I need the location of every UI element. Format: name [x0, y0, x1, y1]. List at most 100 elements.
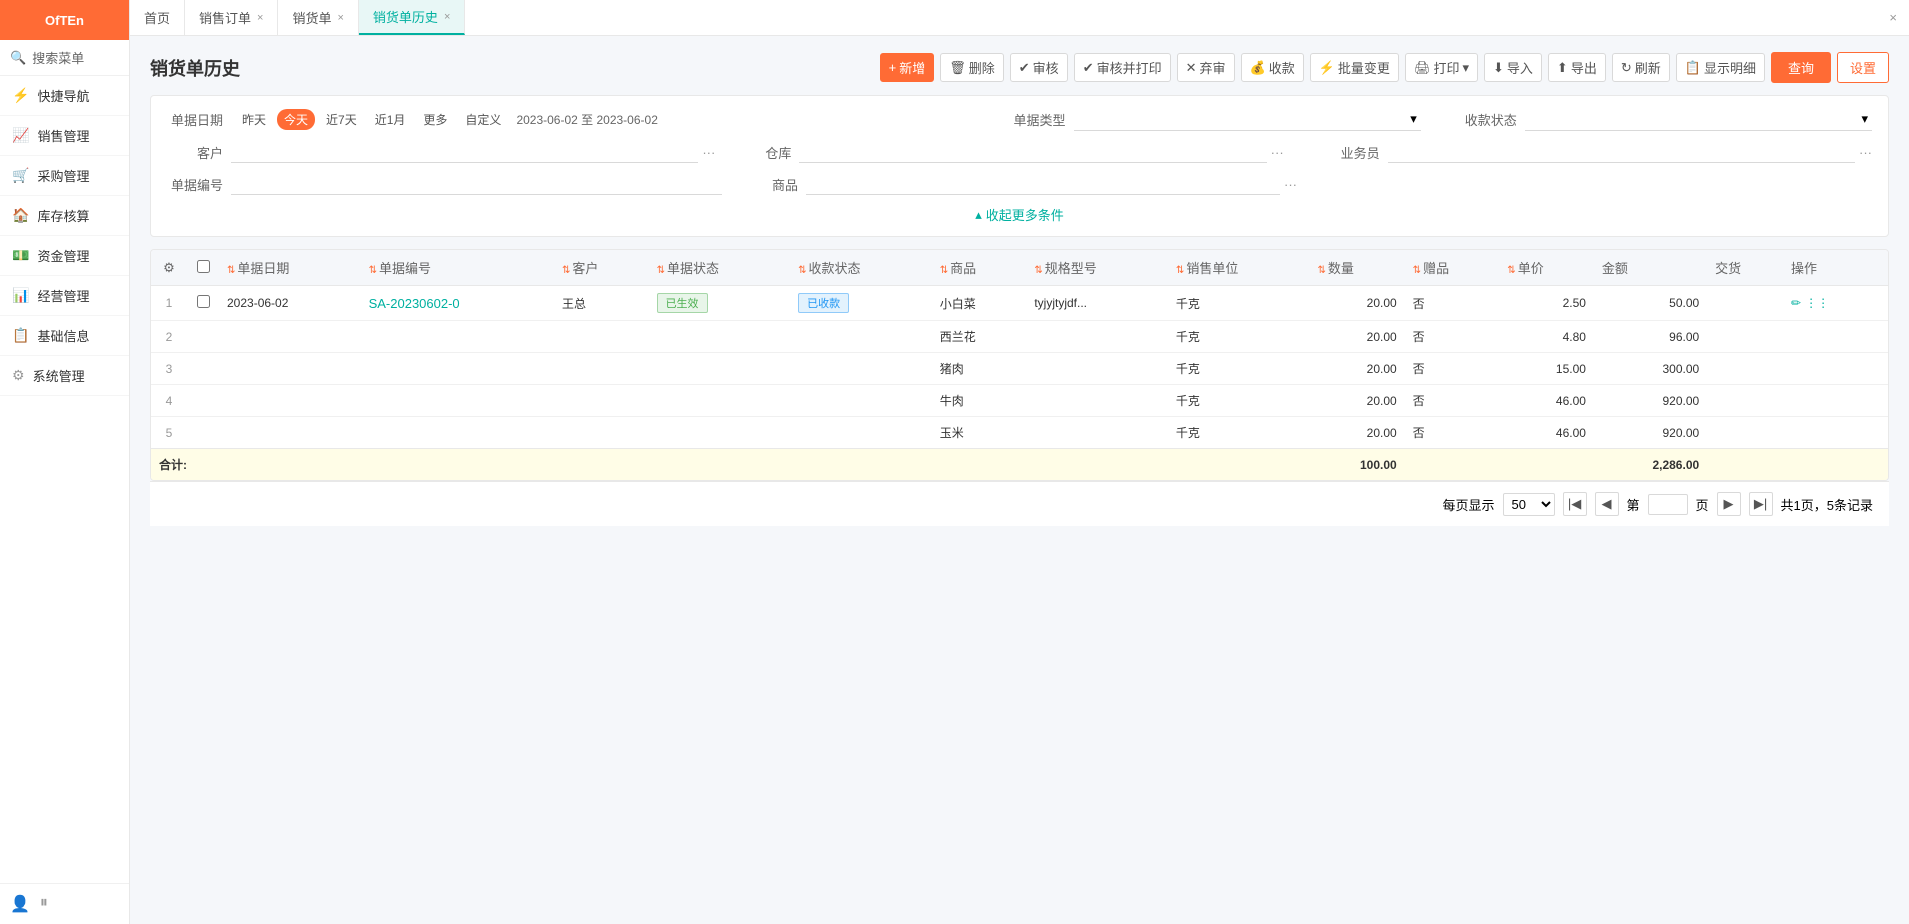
sidebar-item-sales[interactable]: 销售管理: [0, 116, 129, 156]
import-button[interactable]: ⬇ 导入: [1484, 53, 1542, 82]
collapse-button[interactable]: 收起更多条件: [167, 205, 1872, 224]
per-page-select[interactable]: 50 100 200: [1503, 493, 1555, 516]
sidebar-item-info[interactable]: 基础信息: [0, 316, 129, 356]
user-icon[interactable]: [10, 894, 30, 914]
sidebar-item-quick-nav[interactable]: 快捷导航: [0, 76, 129, 116]
goods-dots[interactable]: ···: [1284, 177, 1297, 192]
display-detail-button[interactable]: 📋 显示明细: [1676, 53, 1765, 82]
setting-button[interactable]: 设置: [1837, 52, 1889, 83]
th-amount[interactable]: 金额: [1594, 250, 1707, 286]
date-tag-more[interactable]: 更多: [416, 109, 454, 130]
sidebar-item-finance[interactable]: 资金管理: [0, 236, 129, 276]
doc-type-select[interactable]: [1074, 108, 1421, 131]
cell-action: ✏ ⋮⋮: [1783, 286, 1888, 321]
tab-sales-goods[interactable]: 销货单 ×: [278, 0, 358, 35]
cell-seq: 3: [151, 353, 187, 385]
th-gift[interactable]: ⇅赠品: [1405, 250, 1500, 286]
cell-doc-no[interactable]: [361, 353, 554, 385]
customer-input[interactable]: [231, 141, 698, 163]
settings-gear-icon[interactable]: [163, 260, 175, 275]
last-page-button[interactable]: ▶|: [1749, 492, 1773, 516]
query-button[interactable]: 查询: [1771, 52, 1831, 83]
sidebar-item-purchase[interactable]: 采购管理: [0, 156, 129, 196]
cell-checkbox[interactable]: [187, 353, 219, 385]
next-page-button[interactable]: ▶: [1717, 492, 1741, 516]
tab-bar: 首页 销售订单 × 销货单 × 销货单历史 × ×: [130, 0, 1909, 36]
date-tag-7days[interactable]: 近7天: [319, 109, 364, 130]
pause-icon[interactable]: [40, 894, 48, 914]
cell-spec: [1026, 417, 1168, 449]
batch-button[interactable]: ⚡ 批量变更: [1310, 53, 1399, 82]
page-number-input[interactable]: 1: [1648, 494, 1688, 515]
th-customer[interactable]: ⇅客户: [554, 250, 649, 286]
cell-doc-no[interactable]: [361, 417, 554, 449]
filter-customer: 客户 ···: [167, 141, 715, 163]
th-goods[interactable]: ⇅商品: [932, 250, 1027, 286]
print-button[interactable]: 🖨 打印: [1405, 53, 1478, 82]
tab-bar-close-all[interactable]: ×: [1877, 10, 1909, 25]
export-button[interactable]: ⬆ 导出: [1548, 53, 1606, 82]
th-doc-status[interactable]: ⇅单据状态: [649, 250, 791, 286]
sidebar-search[interactable]: 搜索菜单: [0, 40, 129, 76]
cell-goods: 西兰花: [932, 321, 1027, 353]
warehouse-input[interactable]: [799, 141, 1266, 163]
prev-page-button[interactable]: ◀: [1595, 492, 1619, 516]
view-action[interactable]: ⋮⋮: [1805, 296, 1829, 310]
salesperson-input[interactable]: [1388, 141, 1855, 163]
th-doc-no[interactable]: ⇅单据编号: [361, 250, 554, 286]
tab-sales-order[interactable]: 销售订单 ×: [185, 0, 278, 35]
salesperson-dots[interactable]: ···: [1859, 145, 1872, 160]
th-settings[interactable]: [151, 250, 187, 286]
payment-status-select[interactable]: [1525, 108, 1872, 131]
abandon-button[interactable]: ✕ 弃审: [1177, 53, 1235, 82]
goods-input[interactable]: [806, 173, 1280, 195]
cell-date: [219, 417, 361, 449]
cell-checkbox[interactable]: [187, 321, 219, 353]
first-page-button[interactable]: |◀: [1563, 492, 1587, 516]
add-button[interactable]: + 新增: [880, 53, 935, 82]
cell-checkbox[interactable]: [187, 286, 219, 321]
cell-goods: 猪肉: [932, 353, 1027, 385]
table-row: 12023-06-02SA-20230602-0王总已生效已收款小白菜tyjyj…: [151, 286, 1888, 321]
doc-no-input[interactable]: [231, 173, 722, 195]
cell-unit: 千克: [1168, 385, 1310, 417]
collect-button[interactable]: 💰 收款: [1241, 53, 1304, 82]
audit-print-button[interactable]: ✔ 审核并打印: [1074, 53, 1171, 82]
audit-print-icon: ✔: [1083, 60, 1094, 76]
tab-close-sales-goods[interactable]: ×: [337, 12, 343, 24]
cell-checkbox[interactable]: [187, 385, 219, 417]
cell-doc-no[interactable]: [361, 385, 554, 417]
cell-doc-no[interactable]: SA-20230602-0: [361, 286, 554, 321]
date-tag-1month[interactable]: 近1月: [368, 109, 413, 130]
th-spec[interactable]: ⇅规格型号: [1026, 250, 1168, 286]
select-all-checkbox[interactable]: [197, 260, 210, 273]
th-delivery[interactable]: 交货: [1707, 250, 1783, 286]
th-qty[interactable]: ⇅数量: [1310, 250, 1405, 286]
th-price[interactable]: ⇅单价: [1499, 250, 1594, 286]
date-tag-yesterday[interactable]: 昨天: [235, 109, 273, 130]
th-unit[interactable]: ⇅销售单位: [1168, 250, 1310, 286]
date-tag-custom[interactable]: 自定义: [458, 109, 508, 130]
tab-home[interactable]: 首页: [130, 0, 185, 35]
th-checkbox[interactable]: [187, 250, 219, 286]
cell-doc-status: [649, 385, 791, 417]
cell-checkbox[interactable]: [187, 417, 219, 449]
date-tag-today[interactable]: 今天: [277, 109, 315, 130]
customer-dots[interactable]: ···: [702, 145, 715, 160]
tab-sales-history[interactable]: 销货单历史 ×: [359, 0, 465, 35]
edit-action[interactable]: ✏: [1791, 296, 1801, 310]
refresh-button[interactable]: ↻ 刷新: [1612, 53, 1670, 82]
tab-close-sales-order[interactable]: ×: [257, 12, 263, 24]
sidebar-item-manage[interactable]: 经营管理: [0, 276, 129, 316]
row-checkbox[interactable]: [197, 295, 210, 308]
delete-button[interactable]: 🗑 删除: [940, 53, 1004, 82]
th-date[interactable]: ⇅单据日期: [219, 250, 361, 286]
audit-button[interactable]: ✔ 审核: [1010, 53, 1068, 82]
th-payment-status[interactable]: ⇅收款状态: [790, 250, 932, 286]
sidebar-item-stock[interactable]: 库存核算: [0, 196, 129, 236]
doc-no-link[interactable]: SA-20230602-0: [369, 296, 460, 311]
warehouse-dots[interactable]: ···: [1271, 145, 1284, 160]
tab-close-history[interactable]: ×: [444, 11, 450, 23]
sidebar-item-system[interactable]: 系统管理: [0, 356, 129, 396]
cell-doc-no[interactable]: [361, 321, 554, 353]
